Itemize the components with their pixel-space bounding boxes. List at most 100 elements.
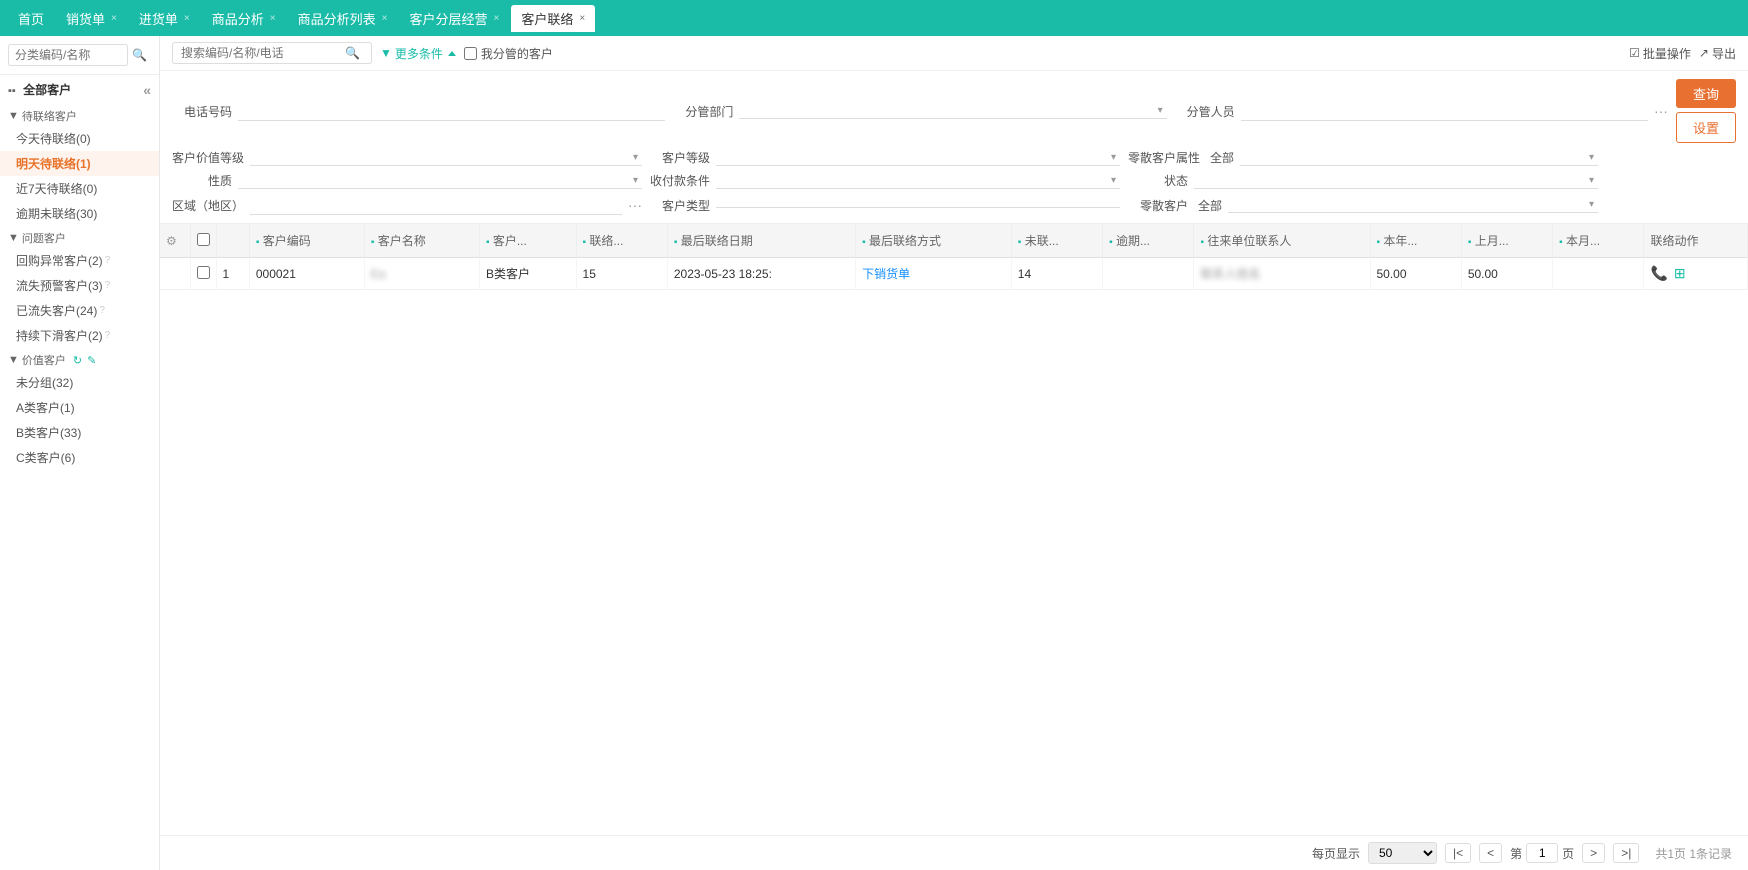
select-all-checkbox[interactable] — [197, 233, 210, 246]
settings-icon[interactable]: ⚙ — [166, 234, 177, 248]
sidebar-item-churned[interactable]: 已流失客户(24) ? — [0, 298, 159, 323]
my-customers-checkbox-label[interactable]: 我分管的客户 — [464, 45, 553, 62]
value-arrow-icon: ▼ — [8, 354, 19, 366]
nav-close-icon[interactable]: × — [270, 13, 276, 24]
bulk-operation-button[interactable]: ☑ 批量操作 — [1629, 45, 1691, 62]
edit-icon[interactable]: ✎ — [87, 354, 96, 367]
sidebar-item-declining[interactable]: 持续下滑客户(2) ? — [0, 323, 159, 348]
refresh-icon[interactable]: ↻ — [73, 354, 82, 367]
page-label: 页 — [1562, 845, 1574, 862]
sidebar-collapse-icon[interactable]: « — [143, 82, 151, 98]
filter-gender: 性质 ▾ — [172, 172, 642, 189]
chevron-down-icon: ▾ — [1589, 175, 1594, 186]
help-icon[interactable]: ? — [99, 305, 105, 316]
th-index — [216, 224, 249, 258]
set-button[interactable]: 设置 — [1676, 112, 1736, 143]
sidebar-item-class-a[interactable]: A类客户(1) — [0, 395, 159, 420]
toolbar: 🔍 ▼ 更多条件 我分管的客户 ☑ 批量操作 ↗ 导出 — [160, 36, 1748, 71]
sidebar-item-overdue[interactable]: 逾期未联络(30) — [0, 201, 159, 226]
first-page-button[interactable]: |< — [1445, 843, 1471, 863]
export-button[interactable]: ↗ 导出 — [1699, 45, 1736, 62]
more-filter-button[interactable]: ▼ 更多条件 — [380, 45, 456, 62]
my-customers-checkbox[interactable] — [464, 47, 477, 60]
filter-status: 状态 ▾ — [1128, 172, 1598, 189]
action-icons: 📞 ⊞ — [1650, 265, 1741, 282]
search-icon[interactable]: 🔍 — [345, 46, 360, 60]
nav-purchase-order[interactable]: 进货单 × — [129, 5, 200, 32]
sidebar-item-class-b[interactable]: B类客户(33) — [0, 420, 159, 445]
person-input[interactable] — [1241, 101, 1648, 121]
col-icon: ▪ — [1559, 237, 1563, 248]
nav-sales-order[interactable]: 销货单 × — [56, 5, 127, 32]
retail-customer-select[interactable]: ▾ — [1228, 197, 1598, 213]
th-this-month: ▪ 本月... — [1553, 224, 1644, 258]
region-input[interactable] — [250, 195, 622, 215]
phone-input[interactable] — [238, 102, 665, 121]
phone-action-icon[interactable]: 📞 — [1650, 265, 1667, 282]
col-icon: ▪ — [583, 237, 587, 248]
th-last-contact-method: ▪ 最后联络方式 — [856, 224, 1012, 258]
sidebar-item-tomorrow[interactable]: 明天待联络(1) — [0, 151, 159, 176]
dept-label: 分管部门 — [673, 103, 733, 120]
page-input[interactable] — [1526, 843, 1558, 863]
sidebar-item-7days[interactable]: 近7天待联络(0) — [0, 176, 159, 201]
filter-retail-attr: 零散客户属性 全部 ▾ — [1128, 149, 1598, 166]
prev-page-button[interactable]: < — [1479, 843, 1502, 863]
more-icon[interactable]: ··· — [628, 197, 642, 213]
td-last-contact-date: 2023-05-23 18:25: — [667, 258, 855, 290]
sidebar-item-repurchase-abnormal[interactable]: 回购异常客户(2) ? — [0, 248, 159, 273]
row-checkbox[interactable] — [197, 266, 210, 279]
all-customers-label: ▪▪ 全部客户 — [8, 81, 71, 98]
customer-value-select[interactable]: ▾ — [250, 150, 642, 166]
customer-type-select[interactable] — [716, 203, 1120, 208]
col-icon: ▪ — [1018, 237, 1022, 248]
page-info: 第 页 — [1510, 843, 1574, 863]
sidebar-search-input[interactable] — [8, 44, 128, 66]
sidebar-item-ungrouped[interactable]: 未分组(32) — [0, 370, 159, 395]
last-page-button[interactable]: >| — [1613, 843, 1639, 863]
nav-close-icon[interactable]: × — [382, 13, 388, 24]
filter-row-4: 区域（地区） ··· 客户类型 零散客户 全部 ▾ — [172, 195, 1736, 215]
nav-close-icon[interactable]: × — [579, 13, 585, 24]
sidebar-item-class-c[interactable]: C类客户(6) — [0, 445, 159, 470]
sidebar-item-churn-warning[interactable]: 流失预警客户(3) ? — [0, 273, 159, 298]
gender-select[interactable]: ▾ — [238, 173, 642, 189]
more-action-icon[interactable]: ⊞ — [1674, 265, 1686, 282]
nav-product-analysis-list[interactable]: 商品分析列表 × — [288, 5, 398, 32]
th-last-month: ▪ 上月... — [1461, 224, 1552, 258]
nav-close-icon[interactable]: × — [111, 13, 117, 24]
help-icon[interactable]: ? — [105, 255, 111, 266]
th-last-contact-date: ▪ 最后联络日期 — [667, 224, 855, 258]
status-select[interactable]: ▾ — [1194, 173, 1598, 189]
nav-product-analysis[interactable]: 商品分析 × — [202, 5, 286, 32]
retail-attr-select[interactable]: ▾ — [1240, 150, 1598, 166]
col-icon: ▪ — [1377, 237, 1381, 248]
nav-close-icon[interactable]: × — [184, 13, 190, 24]
nav-home[interactable]: 首页 — [8, 5, 54, 32]
dept-select[interactable]: ▾ — [739, 103, 1166, 119]
help-icon[interactable]: ? — [105, 280, 111, 291]
search-input[interactable] — [181, 46, 341, 60]
problem-arrow-icon: ▼ — [8, 232, 19, 244]
chevron-down-icon: ▾ — [1589, 152, 1594, 163]
top-navigation: 首页 销货单 × 进货单 × 商品分析 × 商品分析列表 × 客户分层经营 × … — [0, 0, 1748, 36]
customer-level-select[interactable]: ▾ — [716, 150, 1120, 166]
payment-select[interactable]: ▾ — [716, 173, 1120, 189]
nav-customer-contact[interactable]: 客户联络 × — [511, 5, 595, 32]
sidebar-item-today[interactable]: 今天待联络(0) — [0, 126, 159, 151]
next-page-button[interactable]: > — [1582, 843, 1605, 863]
last-contact-method-link[interactable]: 下销货单 — [862, 267, 910, 281]
sidebar-search-icon[interactable]: 🔍 — [132, 48, 147, 62]
help-icon[interactable]: ? — [105, 330, 111, 341]
region-label: 区域（地区） — [172, 197, 244, 214]
td-code: 000021 — [249, 258, 364, 290]
page-size-select[interactable]: 50 20 100 — [1368, 842, 1437, 864]
query-set-buttons: 查询 设置 — [1676, 79, 1736, 143]
nav-close-icon[interactable]: × — [493, 13, 499, 24]
query-button[interactable]: 查询 — [1676, 79, 1736, 108]
more-icon[interactable]: ··· — [1654, 103, 1668, 119]
col-icon: ▪ — [674, 237, 678, 248]
td-index: 1 — [216, 258, 249, 290]
chevron-down-icon: ▾ — [1111, 175, 1116, 186]
nav-customer-stratification[interactable]: 客户分层经营 × — [399, 5, 509, 32]
